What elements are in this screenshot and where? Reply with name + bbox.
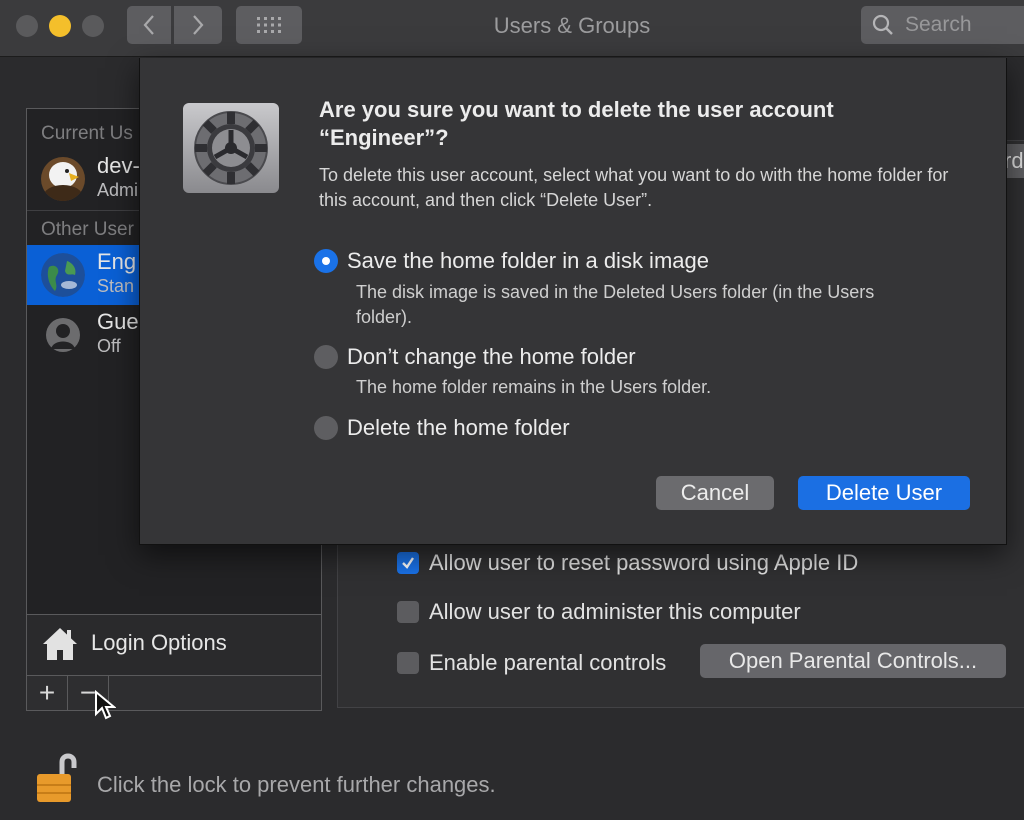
reset-password-checkbox-row[interactable]: Allow user to reset password using Apple… (397, 550, 858, 576)
search-icon (872, 14, 893, 35)
add-remove-bar: + − (26, 675, 322, 711)
login-options-row[interactable]: Login Options (26, 614, 322, 676)
search-field[interactable] (861, 6, 1024, 44)
guest-avatar (41, 313, 85, 357)
other-users-header: Other User (41, 219, 134, 240)
radio-button[interactable] (314, 249, 338, 273)
option-label: Save the home folder in a disk image (347, 248, 709, 273)
user-name: Eng (97, 249, 137, 274)
delete-user-dialog: Are you sure you want to delete the user… (139, 58, 1007, 545)
option-description: The home folder remains in the Users fol… (356, 377, 712, 397)
checkbox-label: Allow user to administer this computer (429, 599, 801, 624)
unlocked-padlock-icon[interactable] (34, 750, 80, 804)
login-options-label: Login Options (91, 630, 227, 655)
dialog-title: Are you sure you want to delete the user… (319, 97, 834, 150)
reset-password-checkbox[interactable] (397, 552, 419, 574)
add-user-button[interactable]: + (27, 676, 68, 710)
radio-button[interactable] (314, 416, 338, 440)
radio-button[interactable] (314, 345, 338, 369)
checkmark-icon (402, 557, 414, 569)
option-dont-change[interactable]: Don’t change the home folder (314, 344, 636, 370)
gear-icon (183, 103, 279, 193)
option-save-disk-image[interactable]: Save the home folder in a disk image (314, 248, 709, 274)
dialog-description: To delete this user account, select what… (319, 165, 949, 210)
option-label: Don’t change the home folder (347, 344, 636, 369)
lock-message: Click the lock to prevent further change… (97, 772, 496, 797)
option-delete-folder[interactable]: Delete the home folder (314, 415, 570, 441)
house-icon (43, 628, 77, 660)
user-name: dev- (97, 153, 140, 178)
globe-avatar (41, 253, 85, 297)
title-bar: Users & Groups (0, 0, 1024, 57)
current-users-header: Current Us (41, 123, 133, 144)
checkbox-label: Enable parental controls (429, 650, 667, 675)
user-role: Off (97, 336, 121, 356)
administer-checkbox-row[interactable]: Allow user to administer this computer (397, 599, 801, 625)
parental-controls-checkbox[interactable] (397, 652, 419, 674)
search-input[interactable] (903, 12, 1024, 38)
delete-user-button[interactable]: Delete User (798, 476, 970, 510)
user-name: Gue (97, 309, 139, 334)
option-label: Delete the home folder (347, 415, 570, 440)
option-description: The disk image is saved in the Deleted U… (356, 282, 875, 327)
cancel-button[interactable]: Cancel (656, 476, 774, 510)
user-role: Stan (97, 276, 135, 296)
parental-controls-checkbox-row[interactable]: Enable parental controls (397, 650, 666, 676)
open-parental-controls-button[interactable]: Open Parental Controls... (700, 644, 1006, 678)
checkbox-label: Allow user to reset password using Apple… (429, 550, 859, 575)
administer-checkbox[interactable] (397, 601, 419, 623)
eagle-avatar (41, 157, 85, 201)
user-role: Admi (97, 180, 139, 200)
mouse-cursor-icon (95, 690, 116, 720)
